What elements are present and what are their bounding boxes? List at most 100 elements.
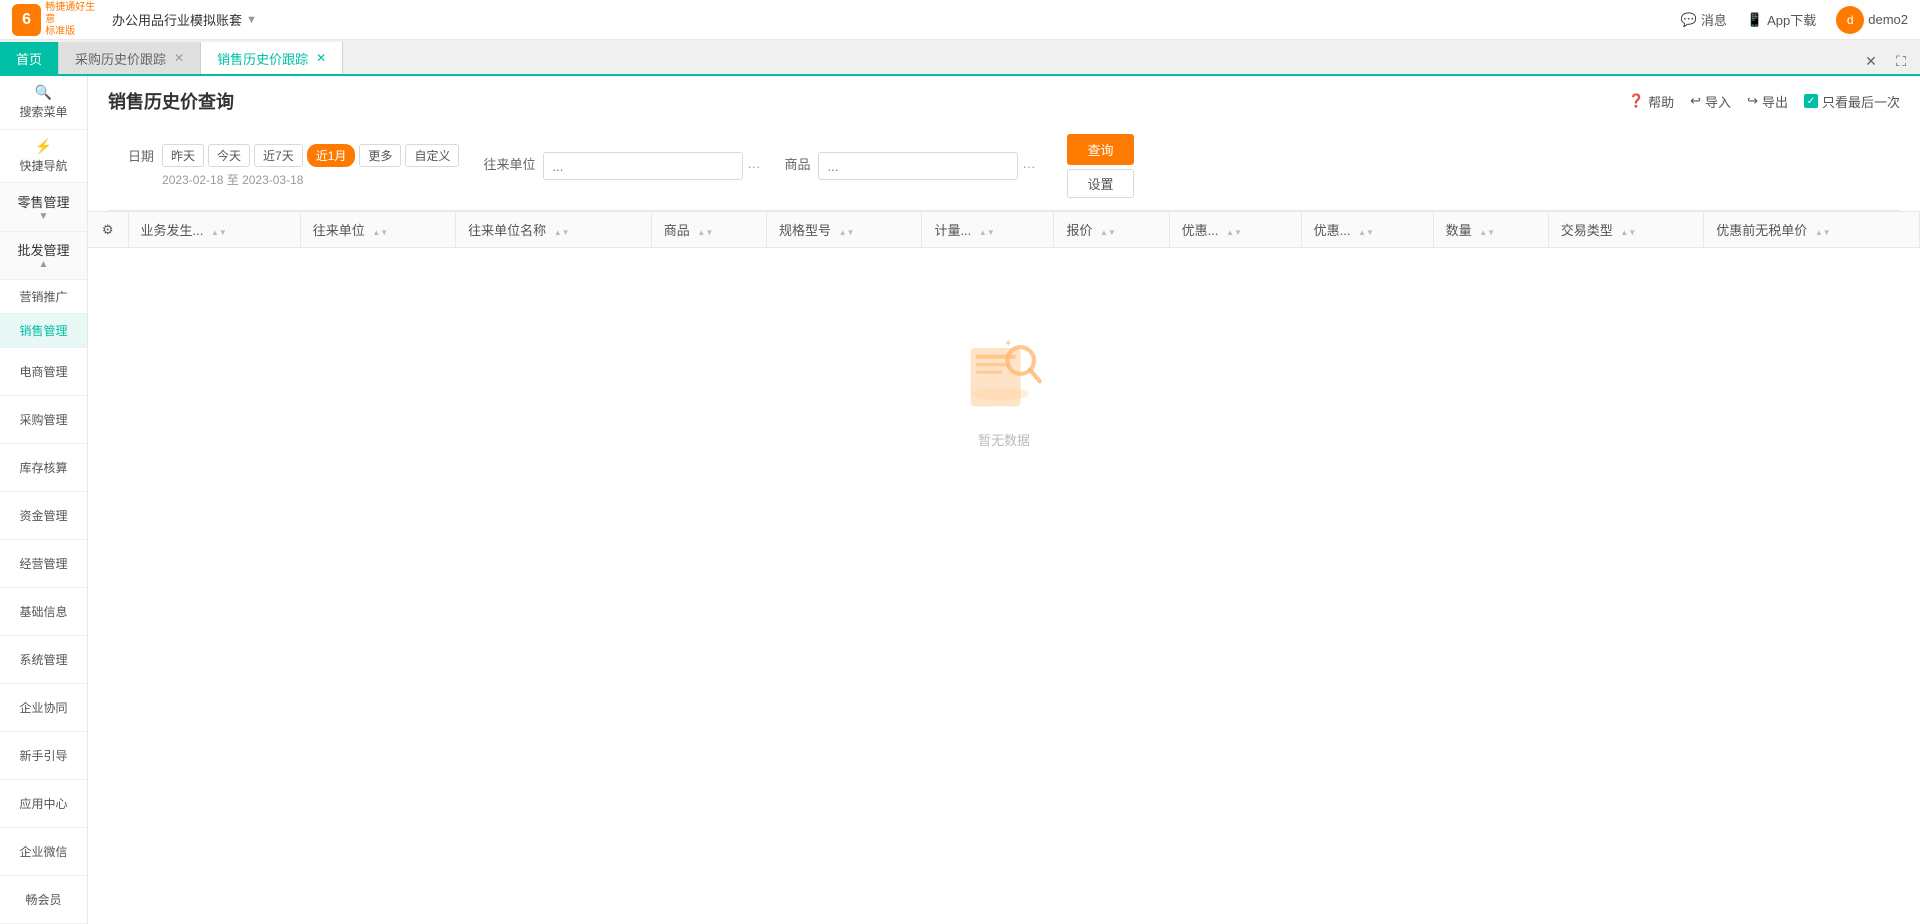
sidebar-item-basic-info[interactable]: 基础信息 [0,588,87,636]
export-icon: ↪ [1747,93,1758,109]
app-download-button[interactable]: 📱 App下载 [1747,10,1816,29]
sidebar-item-sales-mgmt[interactable]: 销售管理 [0,314,87,348]
sidebar-item-retail-label: 零售管理 [17,192,69,211]
col-source-unit-name[interactable]: 往来单位名称 ▲▼ [456,212,652,248]
sidebar-item-marketing[interactable]: 营销推广 [0,280,87,314]
page-actions: ❓ 帮助 ↩ 导入 ↪ 导出 ✓ 只看最后一次 [1628,92,1900,111]
tab-bar: 首页 采购历史价跟踪 ✕ 销售历史价跟踪 ✕ ✕ ⛶ [0,40,1920,76]
sort-icon: ▲▼ [211,229,227,237]
sidebar-item-guide[interactable]: 新手引导 [0,732,87,780]
sidebar: 🔍 搜索菜单 ⚡ 快捷导航 零售管理 ▼ 批发管理 ▲ 营销推广 销售管理 电商… [0,76,88,924]
date-btn-1month[interactable]: 近1月 [307,144,356,167]
col-goods[interactable]: 商品 ▲▼ [651,212,766,248]
download-icon: 📱 [1747,12,1763,28]
page-header: 销售历史价查询 ❓ 帮助 ↩ 导入 ↪ 导出 ✓ [88,76,1920,212]
sort-icon: ▲▼ [1815,229,1831,237]
sidebar-item-enterprise[interactable]: 企业协同 [0,684,87,732]
close-sales-tab-icon[interactable]: ✕ [316,51,326,65]
col-quoted-price[interactable]: 报价 ▲▼ [1054,212,1169,248]
col-quantity[interactable]: 数量 ▲▼ [1433,212,1548,248]
sidebar-item-inventory[interactable]: 库存核算 [0,444,87,492]
date-filter-label: 日期 [128,144,154,165]
empty-icon: ✦ [954,328,1054,418]
sidebar-item-enterprise-label: 企业协同 [19,699,67,716]
logo-icon: 6 [12,4,41,36]
sidebar-item-wholesale-label: 批发管理 [17,240,69,259]
sidebar-item-wholesale[interactable]: 批发管理 ▲ [0,232,87,280]
sidebar-item-shortcuts[interactable]: ⚡ 快捷导航 [0,130,87,184]
data-table: ⚙ 业务发生... ▲▼ 往来单位 ▲▼ 往来单位名称 ▲▼ [88,212,1920,248]
sidebar-item-corp-wechat[interactable]: 企业微信 [0,828,87,876]
col-spec[interactable]: 规格型号 ▲▼ [767,212,922,248]
import-button[interactable]: ↩ 导入 [1690,92,1731,111]
user-menu[interactable]: d demo2 [1836,6,1908,34]
goods-filter-group: 商品 ··· [784,152,1035,180]
date-range-display: 2023-02-18 至 2023-03-18 [162,171,459,188]
close-purchase-tab-icon[interactable]: ✕ [174,51,184,65]
col-trade-type[interactable]: 交易类型 ▲▼ [1548,212,1703,248]
date-btn-yesterday[interactable]: 昨天 [162,144,204,167]
col-discount1[interactable]: 优惠... ▲▼ [1169,212,1301,248]
top-bar: 6 畅捷通好生意 标准版 办公用品行业模拟账套 ▼ 💬 消息 📱 App下载 d… [0,0,1920,40]
sort-icon: ▲▼ [1100,229,1116,237]
sidebar-item-search[interactable]: 🔍 搜索菜单 [0,76,87,130]
tab-purchase[interactable]: 采购历史价跟踪 ✕ [59,42,201,74]
date-btn-custom[interactable]: 自定义 [405,144,459,167]
col-biz-date[interactable]: 业务发生... ▲▼ [128,212,300,248]
sidebar-item-system-label: 系统管理 [19,651,67,668]
workspace-selector[interactable]: 办公用品行业模拟账套 ▼ [112,10,257,29]
sidebar-item-inventory-label: 库存核算 [19,459,67,476]
sidebar-item-sales-mgmt-label: 销售管理 [19,324,67,338]
col-unit[interactable]: 计量... ▲▼ [922,212,1054,248]
sidebar-item-finance-label: 资金管理 [19,507,67,524]
date-btn-7days[interactable]: 近7天 [254,144,303,167]
sidebar-item-ecommerce[interactable]: 电商管理 [0,348,87,396]
help-button[interactable]: ❓ 帮助 [1628,92,1674,111]
source-unit-input-group: ··· [543,152,760,180]
date-btn-more[interactable]: 更多 [359,144,401,167]
table-area: ⚙ 业务发生... ▲▼ 往来单位 ▲▼ 往来单位名称 ▲▼ [88,212,1920,924]
goods-ellipsis[interactable]: ··· [1022,159,1035,174]
date-options: 昨天 今天 近7天 近1月 更多 自定义 2023-02-18 至 2023-0… [162,144,459,188]
source-unit-ellipsis[interactable]: ··· [747,159,760,174]
goods-input[interactable] [818,152,1018,180]
help-icon: ❓ [1628,93,1644,109]
col-discount2[interactable]: 优惠... ▲▼ [1301,212,1433,248]
sidebar-item-finance[interactable]: 资金管理 [0,492,87,540]
date-filter-group: 日期 昨天 今天 近7天 近1月 更多 自定义 2023-02-18 至 202… [128,144,459,188]
svg-text:✦: ✦ [1004,338,1012,349]
message-button[interactable]: 💬 消息 [1681,10,1727,29]
close-window-button[interactable]: ✕ [1860,50,1882,72]
page-title: 销售历史价查询 [108,88,234,114]
sidebar-item-app-center[interactable]: 应用中心 [0,780,87,828]
sidebar-item-members[interactable]: 畅会员 [0,876,87,924]
empty-text: 暂无数据 [978,430,1030,449]
only-last-checkbox[interactable]: ✓ 只看最后一次 [1804,92,1900,111]
sidebar-item-ecommerce-label: 电商管理 [19,363,67,380]
source-unit-input[interactable] [543,152,743,180]
query-button[interactable]: 查询 [1067,134,1133,165]
sidebar-item-operations-label: 经营管理 [19,555,67,572]
settings-icon: ⚙ [102,222,114,237]
sidebar-item-purchase-label: 采购管理 [19,411,67,428]
col-pre-discount-price[interactable]: 优惠前无税单价 ▲▼ [1704,212,1920,248]
col-settings[interactable]: ⚙ [88,212,128,248]
maximize-button[interactable]: ⛶ [1890,50,1912,72]
export-button[interactable]: ↪ 导出 [1747,92,1788,111]
col-source-unit[interactable]: 往来单位 ▲▼ [300,212,455,248]
settings-button[interactable]: 设置 [1067,169,1133,198]
sidebar-item-system[interactable]: 系统管理 [0,636,87,684]
sort-icon: ▲▼ [979,229,995,237]
content-area: 销售历史价查询 ❓ 帮助 ↩ 导入 ↪ 导出 ✓ [88,76,1920,924]
sort-icon: ▲▼ [1479,229,1495,237]
date-btn-today[interactable]: 今天 [208,144,250,167]
tab-sales[interactable]: 销售历史价跟踪 ✕ [201,42,343,74]
chevron-down-icon: ▼ [246,14,257,26]
search-icon: 🔍 [35,84,52,101]
filter-row: 日期 昨天 今天 近7天 近1月 更多 自定义 2023-02-18 至 202… [108,126,1900,211]
sidebar-item-purchase[interactable]: 采购管理 [0,396,87,444]
sidebar-item-retail[interactable]: 零售管理 ▼ [0,183,87,231]
tab-home[interactable]: 首页 [0,42,59,74]
avatar: d [1836,6,1864,34]
sidebar-item-operations[interactable]: 经营管理 [0,540,87,588]
